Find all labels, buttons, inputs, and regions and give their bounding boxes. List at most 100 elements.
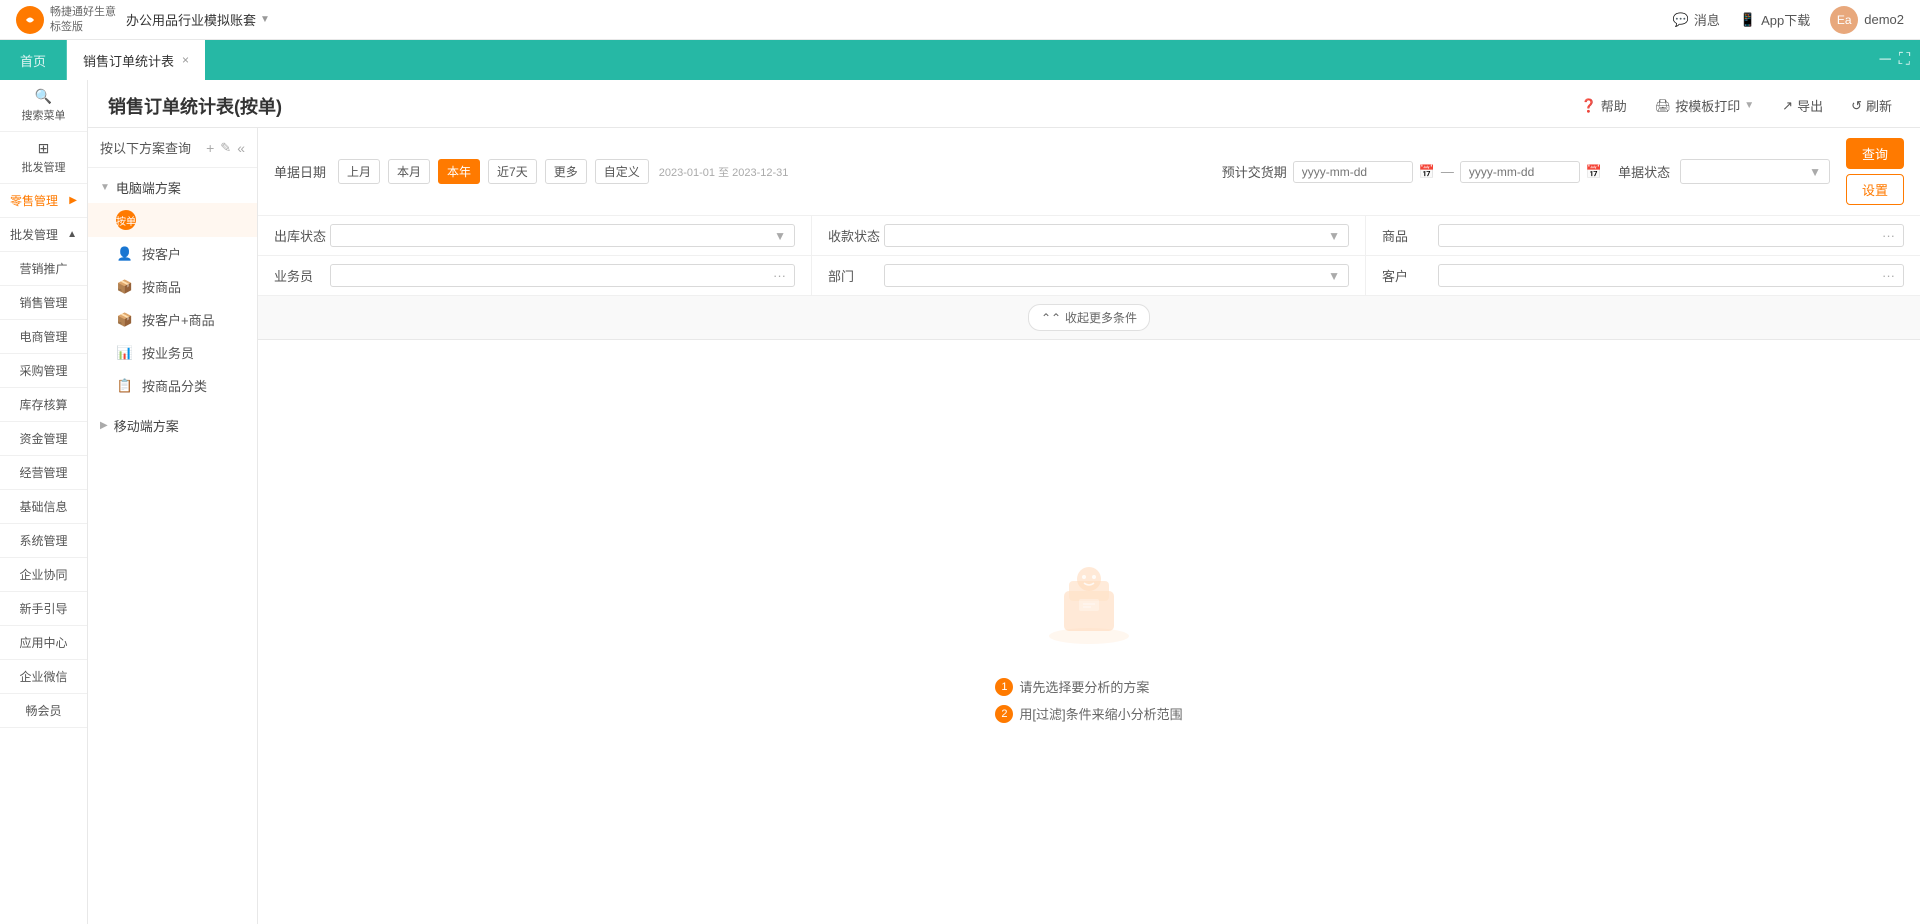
user-area[interactable]: Ea demo2 <box>1830 6 1904 34</box>
department-select[interactable] <box>893 268 1328 283</box>
page-selector[interactable]: 办公用品行业模拟账套 ▼ <box>126 10 270 29</box>
sidebar-item-finance[interactable]: 资金管理 <box>0 422 87 456</box>
scheme-item-by-order[interactable]: 按单 <box>88 203 257 237</box>
sidebar-item-wechat[interactable]: 企业微信 <box>0 660 87 694</box>
scheme-group-desktop: ▼ 电脑端方案 按单 👤 按客户 📦 按商品 <box>88 168 257 406</box>
sidebar-item-wholesale[interactable]: 批发管理 ▲ <box>0 218 87 252</box>
window-minimize-button[interactable]: ─ <box>1879 51 1890 69</box>
expected-date-label: 预计交货期 <box>1222 162 1287 181</box>
help-icon: ❓ <box>1581 98 1597 114</box>
sidebar-system-label: 系统管理 <box>19 532 67 549</box>
logo-icon <box>16 6 44 34</box>
customer-label: 客户 <box>1382 266 1438 285</box>
sidebar-item-basic[interactable]: 基础信息 <box>0 490 87 524</box>
sidebar-item-system[interactable]: 系统管理 <box>0 524 87 558</box>
sidebar-item-retail[interactable]: 零售管理 ▶ <box>0 184 87 218</box>
salesperson-input-wrapper[interactable]: ··· <box>330 264 795 287</box>
delivery-status-select[interactable] <box>339 228 774 243</box>
payment-status-label: 收款状态 <box>828 226 884 245</box>
delivery-dropdown-icon: ▼ <box>774 229 786 243</box>
date-filter-label: 单据日期 <box>274 162 330 181</box>
tip-text-2: 用[过滤]条件来缩小分析范围 <box>1019 704 1182 723</box>
window-maximize-button[interactable]: ⛶ <box>1899 51 1910 69</box>
scheme-group-mobile-header[interactable]: ▶ 移动端方案 <box>88 410 257 441</box>
collapse-button[interactable]: ⌃⌃ 收起更多条件 <box>1028 304 1150 331</box>
empty-illustration <box>1029 541 1149 661</box>
date-btn-prev-month[interactable]: 上月 <box>338 159 380 184</box>
department-label: 部门 <box>828 266 884 285</box>
sidebar-item-appcenter[interactable]: 应用中心 <box>0 626 87 660</box>
sidebar-item-member[interactable]: 畅会员 <box>0 694 87 728</box>
status-select[interactable] <box>1689 164 1809 179</box>
sidebar-item-search[interactable]: 🔍 搜索菜单 <box>0 80 87 132</box>
sidebar-item-purchase[interactable]: 采购管理 <box>0 354 87 388</box>
calendar-icon-start: 📅 <box>1419 164 1435 180</box>
scheme-item-by-customer-goods[interactable]: 📦 按客户+商品 <box>88 303 257 336</box>
left-panel-actions: + ✎ « <box>206 140 245 156</box>
tab-home[interactable]: 首页 <box>0 40 67 80</box>
sidebar-marketing-label: 营销推广 <box>19 260 67 277</box>
sidebar-item-operation[interactable]: 经营管理 <box>0 456 87 490</box>
page-actions: ❓ 帮助 🖨 按模板打印 ▼ ↗ 导出 ↺ 刷新 <box>1573 92 1900 119</box>
date-btn-more[interactable]: 更多 <box>545 159 587 184</box>
salesperson-ellipsis-icon: ··· <box>773 268 786 283</box>
sidebar-item-quicknav[interactable]: ⊞ 批发管理 <box>0 132 87 184</box>
date-btn-current-year[interactable]: 本年 <box>438 159 480 184</box>
left-panel-header: 按以下方案查询 + ✎ « <box>88 128 257 168</box>
customer-input-wrapper[interactable]: ··· <box>1438 264 1904 287</box>
scheme-item-by-customer[interactable]: 👤 按客户 <box>88 237 257 270</box>
page-selector-text: 办公用品行业模拟账套 <box>126 10 256 29</box>
payment-status-select[interactable] <box>893 228 1328 243</box>
scheme-item-by-category[interactable]: 📋 按商品分类 <box>88 369 257 402</box>
add-scheme-button[interactable]: + <box>206 140 214 156</box>
query-button[interactable]: 查询 <box>1846 138 1904 169</box>
help-label: 帮助 <box>1601 96 1627 115</box>
expected-date-start-input[interactable] <box>1293 161 1413 183</box>
tab-active[interactable]: 销售订单统计表 × <box>67 40 205 80</box>
top-bar-left: 畅捷通好生意 标签版 办公用品行业模拟账套 ▼ <box>16 5 270 34</box>
sidebar-item-enterprise[interactable]: 企业协同 <box>0 558 87 592</box>
print-dropdown-icon: ▼ <box>1744 100 1754 111</box>
tab-active-label: 销售订单统计表 <box>83 51 174 70</box>
sidebar-item-marketing[interactable]: 营销推广 <box>0 252 87 286</box>
date-btn-this-month[interactable]: 本月 <box>388 159 430 184</box>
salesperson-label: 业务员 <box>274 266 330 285</box>
sidebar-appcenter-label: 应用中心 <box>19 634 67 651</box>
sidebar-item-inventory[interactable]: 库存核算 <box>0 388 87 422</box>
help-button[interactable]: ❓ 帮助 <box>1573 92 1635 119</box>
collapse-panel-button[interactable]: « <box>237 140 245 156</box>
expected-date-group: 预计交货期 📅 — 📅 <box>1222 161 1602 183</box>
date-btn-custom[interactable]: 自定义 <box>595 159 649 184</box>
goods-input-wrapper[interactable]: ··· <box>1438 224 1904 247</box>
expected-date-end-input[interactable] <box>1460 161 1580 183</box>
print-button[interactable]: 🖨 按模板打印 ▼ <box>1647 92 1762 119</box>
goods-label: 商品 <box>1382 226 1438 245</box>
user-avatar: Ea <box>1830 6 1858 34</box>
date-btn-last7[interactable]: 近7天 <box>488 159 537 184</box>
logo-text: 畅捷通好生意 标签版 <box>50 5 116 34</box>
scheme-item-by-goods[interactable]: 📦 按商品 <box>88 270 257 303</box>
sidebar-item-newuser[interactable]: 新手引导 <box>0 592 87 626</box>
refresh-button[interactable]: ↺ 刷新 <box>1843 92 1900 119</box>
search-icon: 🔍 <box>35 88 52 105</box>
department-cell: 部门 ▼ <box>812 256 1366 295</box>
scheme-group-desktop-header[interactable]: ▼ 电脑端方案 <box>88 172 257 203</box>
goods-cell: 商品 ··· <box>1366 216 1920 255</box>
settings-button[interactable]: 设置 <box>1846 174 1904 205</box>
export-label: 导出 <box>1797 96 1823 115</box>
top-bar-right: 💬 消息 📱 App下载 Ea demo2 <box>1673 6 1904 34</box>
sidebar-item-sales[interactable]: 销售管理 <box>0 286 87 320</box>
tab-close-button[interactable]: × <box>182 53 189 67</box>
app-download-button[interactable]: 📱 App下载 <box>1740 10 1810 29</box>
payment-dropdown-icon: ▼ <box>1328 229 1340 243</box>
dept-dropdown-icon: ▼ <box>1328 269 1340 283</box>
edit-scheme-button[interactable]: ✎ <box>220 140 231 156</box>
scheme-item-by-salesperson[interactable]: 📊 按业务员 <box>88 336 257 369</box>
message-button[interactable]: 💬 消息 <box>1673 10 1720 29</box>
chevron-up-icon: ▲ <box>67 229 77 240</box>
sidebar-finance-label: 资金管理 <box>19 430 67 447</box>
sidebar-item-ecommerce[interactable]: 电商管理 <box>0 320 87 354</box>
print-icon: 🖨 <box>1655 98 1672 114</box>
scheme-group-mobile: ▶ 移动端方案 <box>88 406 257 445</box>
export-button[interactable]: ↗ 导出 <box>1774 92 1831 119</box>
